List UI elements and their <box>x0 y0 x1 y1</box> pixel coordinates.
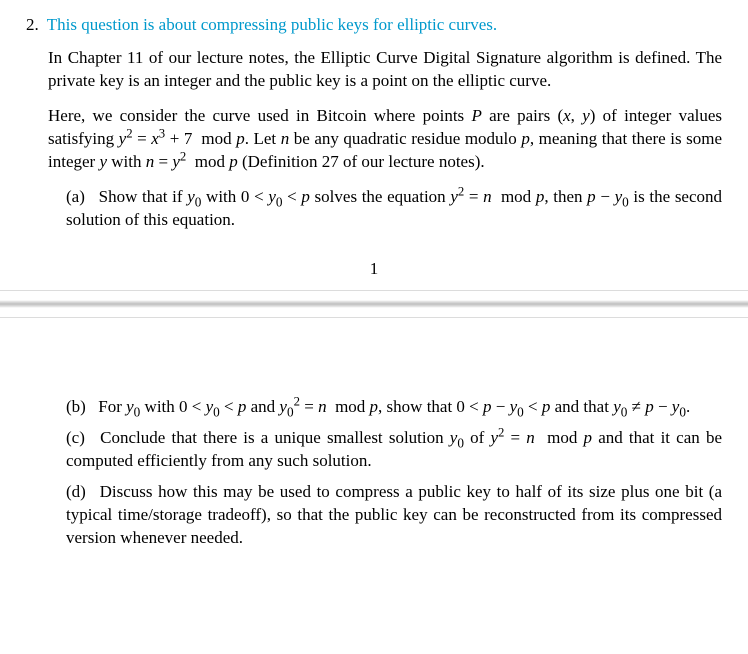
sub-item-a: (a) Show that if y0 with 0 < y0 < p solv… <box>66 186 722 232</box>
sub-text-d: Discuss how this may be used to compress… <box>66 482 722 547</box>
sub-label-c: (c) <box>66 427 94 450</box>
sub-item-b: (b) For y0 with 0 < y0 < p and y02 = n m… <box>66 396 722 419</box>
sub-text-b: For y0 with 0 < y0 < p and y02 = n mod p… <box>98 397 690 416</box>
sub-text-c: Conclude that there is a unique smallest… <box>66 428 722 470</box>
sub-item-d: (d) Discuss how this may be used to comp… <box>66 481 722 550</box>
sub-label-b: (b) <box>66 396 94 419</box>
sub-label-d: (d) <box>66 481 94 504</box>
page-break-spacer <box>26 318 722 388</box>
question-title: This question is about compressing publi… <box>47 15 497 34</box>
sub-text-a: Show that if y0 with 0 < y0 < p solves t… <box>66 187 722 229</box>
paragraph-intro-1: In Chapter 11 of our lecture notes, the … <box>48 47 722 93</box>
paragraph-intro-2: Here, we consider the curve used in Bitc… <box>48 105 722 174</box>
sub-label-a: (a) <box>66 186 94 209</box>
question-number: 2. <box>26 14 39 37</box>
page-number: 1 <box>26 258 722 281</box>
page-break-divider <box>0 290 748 318</box>
sub-item-c: (c) Conclude that there is a unique smal… <box>66 427 722 473</box>
